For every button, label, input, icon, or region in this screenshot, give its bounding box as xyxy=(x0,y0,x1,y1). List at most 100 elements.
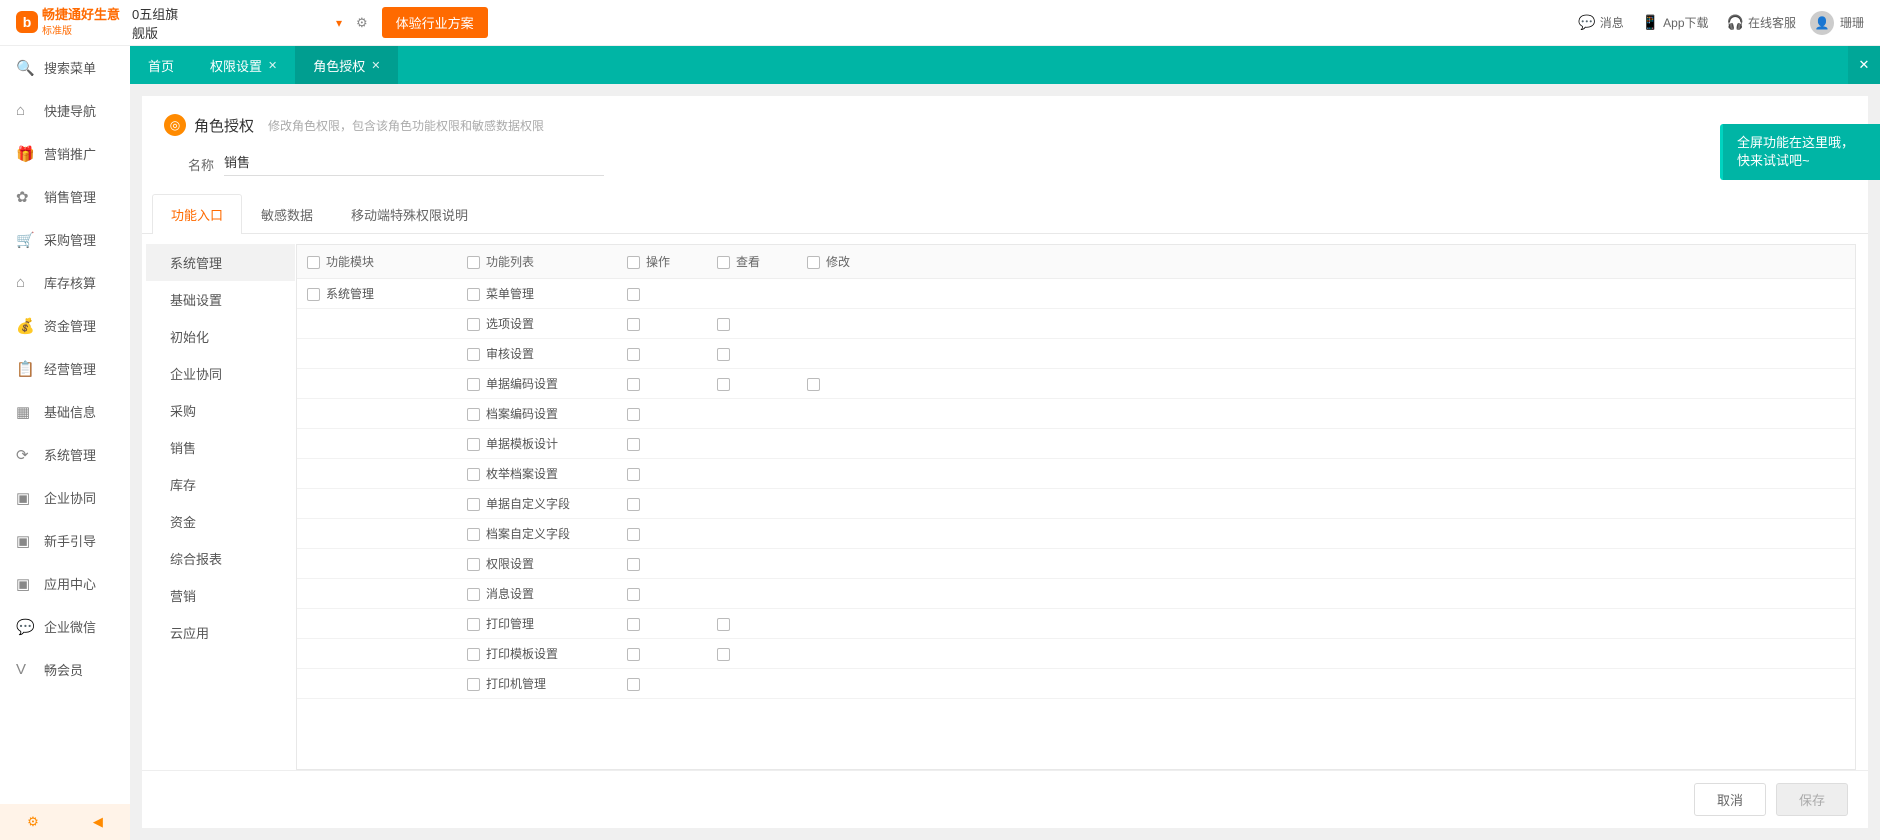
table-row: 单据编码设置 xyxy=(297,369,1855,399)
sidebar-icon: 📋 xyxy=(16,360,34,378)
checkbox[interactable] xyxy=(467,528,480,541)
checkbox[interactable] xyxy=(467,678,480,691)
checkbox[interactable] xyxy=(717,318,730,331)
sidebar-item-0[interactable]: 🔍搜索菜单 xyxy=(0,46,130,89)
checkbox[interactable] xyxy=(467,648,480,661)
close-all-tabs[interactable]: ✕ xyxy=(1848,46,1880,84)
checkbox[interactable] xyxy=(627,498,640,511)
close-icon[interactable]: ✕ xyxy=(268,59,277,72)
sidebar-item-2[interactable]: 🎁营销推广 xyxy=(0,132,130,175)
subtab-1[interactable]: 敏感数据 xyxy=(242,194,332,234)
category-item-3[interactable]: 企业协同 xyxy=(146,355,295,392)
header-checkbox[interactable] xyxy=(467,256,480,269)
checkbox[interactable] xyxy=(717,618,730,631)
checkbox[interactable] xyxy=(467,318,480,331)
sidebar-icon: ▦ xyxy=(16,403,34,421)
checkbox[interactable] xyxy=(627,678,640,691)
online-service-link[interactable]: 🎧在线客服 xyxy=(1727,14,1796,31)
sidebar-item-1[interactable]: ⌂快捷导航 xyxy=(0,89,130,132)
version-select[interactable]: 0五组旗舰版 ▾ xyxy=(132,4,342,42)
subtab-2[interactable]: 移动端特殊权限说明 xyxy=(332,194,487,234)
close-icon[interactable]: ✕ xyxy=(371,59,380,72)
checkbox[interactable] xyxy=(627,648,640,661)
name-label: 名称 xyxy=(164,155,214,174)
tab-1[interactable]: 权限设置✕ xyxy=(192,46,295,84)
gear-icon[interactable]: ⚙ xyxy=(356,15,368,31)
category-item-6[interactable]: 库存 xyxy=(146,466,295,503)
tab-0[interactable]: 首页 xyxy=(130,46,192,84)
checkbox[interactable] xyxy=(467,618,480,631)
table-row: 权限设置 xyxy=(297,549,1855,579)
name-row: 名称 销售 xyxy=(142,144,1868,194)
sidebar-item-11[interactable]: ▣新手引导 xyxy=(0,519,130,562)
checkbox[interactable] xyxy=(467,438,480,451)
sidebar-footer: ⚙ ◀ xyxy=(0,804,130,840)
app-download-link[interactable]: 📱App下载 xyxy=(1642,14,1709,31)
message-icon: 💬 xyxy=(1578,14,1595,31)
category-item-4[interactable]: 采购 xyxy=(146,392,295,429)
checkbox[interactable] xyxy=(627,318,640,331)
header-checkbox[interactable] xyxy=(717,256,730,269)
checkbox[interactable] xyxy=(807,378,820,391)
checkbox[interactable] xyxy=(717,378,730,391)
sidebar-item-8[interactable]: ▦基础信息 xyxy=(0,390,130,433)
cta-button[interactable]: 体验行业方案 xyxy=(382,7,488,38)
checkbox[interactable] xyxy=(627,438,640,451)
sidebar-item-4[interactable]: 🛒采购管理 xyxy=(0,218,130,261)
sidebar-item-3[interactable]: ✿销售管理 xyxy=(0,175,130,218)
category-item-1[interactable]: 基础设置 xyxy=(146,281,295,318)
sidebar-item-7[interactable]: 📋经营管理 xyxy=(0,347,130,390)
checkbox[interactable] xyxy=(627,588,640,601)
checkbox[interactable] xyxy=(627,378,640,391)
checkbox[interactable] xyxy=(467,408,480,421)
settings-icon[interactable]: ⚙ xyxy=(27,814,39,830)
sidebar-item-13[interactable]: 💬企业微信 xyxy=(0,605,130,648)
checkbox[interactable] xyxy=(717,648,730,661)
sidebar-item-9[interactable]: ⟳系统管理 xyxy=(0,433,130,476)
collapse-icon[interactable]: ◀ xyxy=(93,814,103,830)
category-item-5[interactable]: 销售 xyxy=(146,429,295,466)
checkbox[interactable] xyxy=(627,558,640,571)
table-row: 消息设置 xyxy=(297,579,1855,609)
category-item-2[interactable]: 初始化 xyxy=(146,318,295,355)
checkbox[interactable] xyxy=(467,288,480,301)
header-checkbox[interactable] xyxy=(807,256,820,269)
checkbox[interactable] xyxy=(627,528,640,541)
sidebar-item-14[interactable]: V畅会员 xyxy=(0,648,130,691)
header-checkbox[interactable] xyxy=(307,256,320,269)
category-item-10[interactable]: 云应用 xyxy=(146,614,295,651)
subtab-0[interactable]: 功能入口 xyxy=(152,194,242,234)
checkbox[interactable] xyxy=(467,348,480,361)
subtabs: 功能入口敏感数据移动端特殊权限说明 xyxy=(142,194,1868,234)
sidebar-item-12[interactable]: ▣应用中心 xyxy=(0,562,130,605)
badge-icon: ◎ xyxy=(164,114,186,136)
main-area: 首页权限设置✕角色授权✕ ✕ ◎ 角色授权 修改角色权限，包含该角色功能权限和敏… xyxy=(130,46,1880,840)
checkbox[interactable] xyxy=(627,468,640,481)
category-item-7[interactable]: 资金 xyxy=(146,503,295,540)
checkbox[interactable] xyxy=(467,588,480,601)
sidebar-item-10[interactable]: ▣企业协同 xyxy=(0,476,130,519)
checkbox[interactable] xyxy=(467,558,480,571)
avatar[interactable]: 👤 xyxy=(1810,11,1834,35)
checkbox[interactable] xyxy=(467,378,480,391)
category-item-8[interactable]: 综合报表 xyxy=(146,540,295,577)
checkbox[interactable] xyxy=(627,348,640,361)
checkbox[interactable] xyxy=(307,288,320,301)
tab-2[interactable]: 角色授权✕ xyxy=(295,46,398,84)
sidebar-item-5[interactable]: ⌂库存核算 xyxy=(0,261,130,304)
sidebar-icon: ✿ xyxy=(16,188,34,206)
sidebar: 🔍搜索菜单⌂快捷导航🎁营销推广✿销售管理🛒采购管理⌂库存核算💰资金管理📋经营管理… xyxy=(0,46,130,840)
save-button[interactable]: 保存 xyxy=(1776,783,1848,816)
checkbox[interactable] xyxy=(627,288,640,301)
messages-link[interactable]: 💬消息 xyxy=(1578,14,1623,31)
checkbox[interactable] xyxy=(627,618,640,631)
checkbox[interactable] xyxy=(467,468,480,481)
header-checkbox[interactable] xyxy=(627,256,640,269)
cancel-button[interactable]: 取消 xyxy=(1694,783,1766,816)
checkbox[interactable] xyxy=(627,408,640,421)
checkbox[interactable] xyxy=(717,348,730,361)
sidebar-item-6[interactable]: 💰资金管理 xyxy=(0,304,130,347)
category-item-9[interactable]: 营销 xyxy=(146,577,295,614)
category-item-0[interactable]: 系统管理 xyxy=(146,244,295,281)
checkbox[interactable] xyxy=(467,498,480,511)
